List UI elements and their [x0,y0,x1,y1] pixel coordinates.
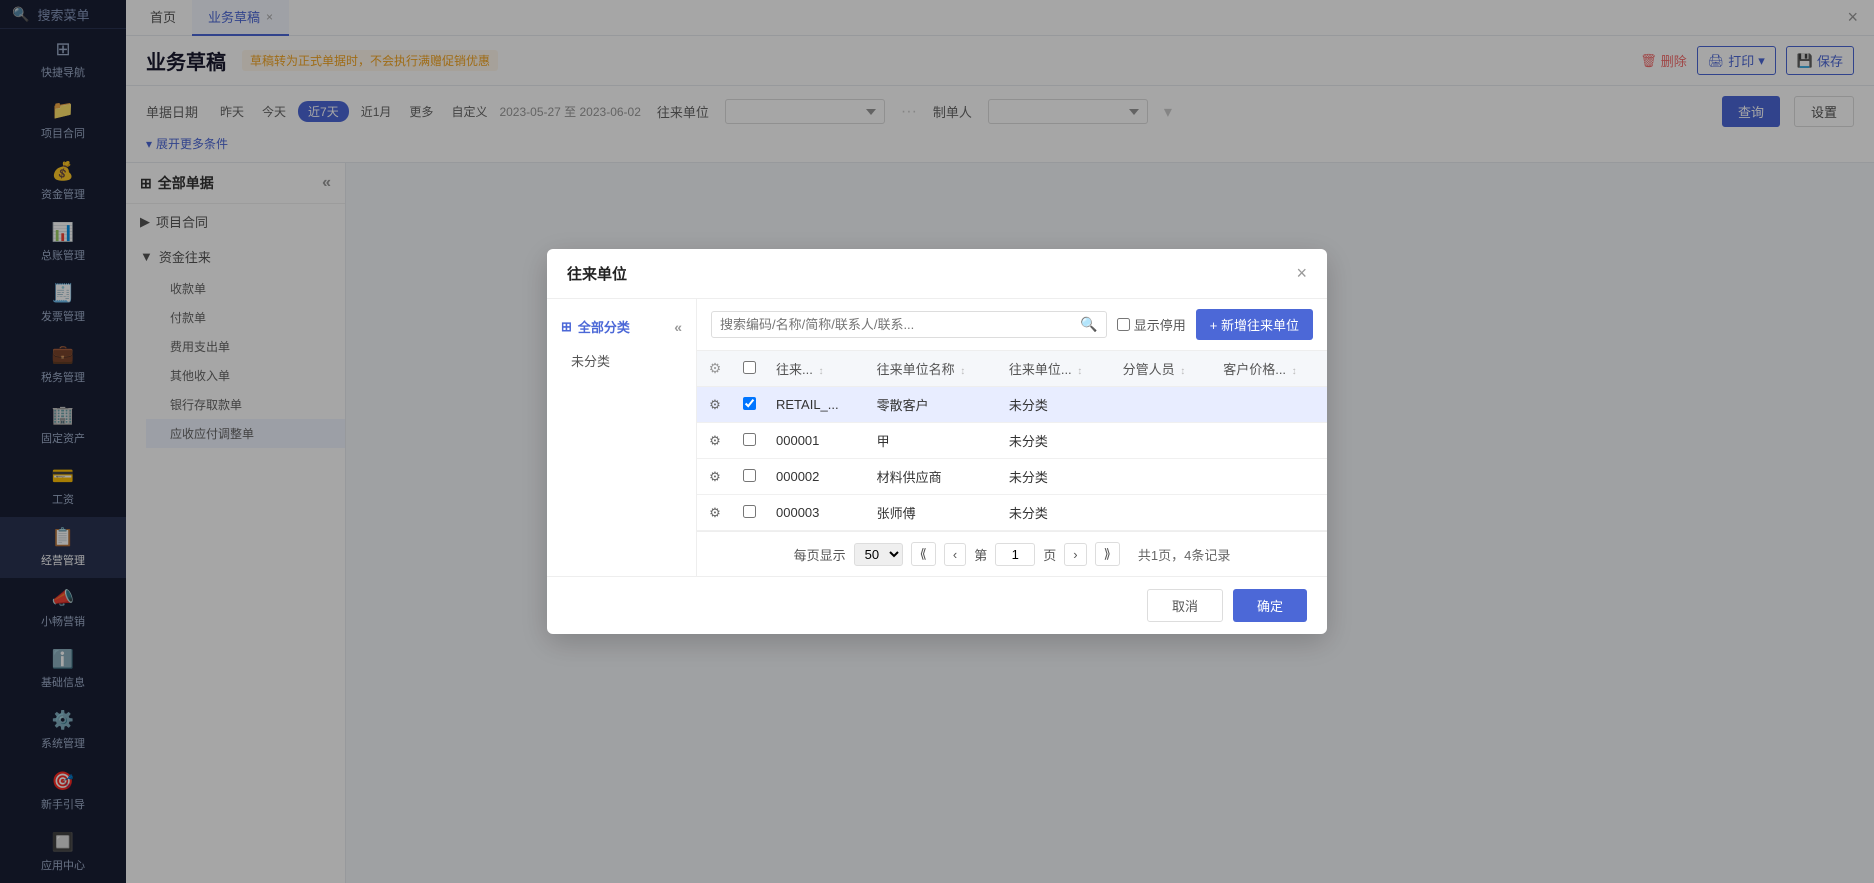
table-row[interactable]: ⚙ 000001 甲 未分类 [697,423,1327,459]
row-category: 未分类 [999,423,1113,459]
dialog-pagination: 每页显示 50 ⟪ ‹ 第 页 › ⟫ 共1页，4条记录 [697,531,1327,576]
total-info: 共1页，4条记录 [1138,545,1230,564]
dialog-right: 🔍 显示停用 + 新增往来单位 ⚙ [697,299,1327,576]
th-price[interactable]: 客户价格... ↕ [1213,351,1327,387]
row-settings-cell: ⚙ [697,459,733,495]
row-checkbox[interactable] [743,469,756,482]
last-page-btn[interactable]: ⟫ [1095,542,1120,566]
row-settings-cell: ⚙ [697,423,733,459]
all-categories-btn[interactable]: ⊞ 全部分类 « [547,309,696,344]
collapse-cat-btn[interactable]: « [674,319,682,335]
th-select-all[interactable] [733,351,766,387]
row-manager [1113,423,1214,459]
dialog-footer: 取消 确定 [547,576,1327,634]
dialog-title: 往来单位 [567,263,627,284]
show-disabled-checkbox[interactable]: 显示停用 [1117,315,1186,334]
row-code: RETAIL_... [766,387,867,423]
row-checkbox-cell[interactable] [733,495,766,531]
cancel-button[interactable]: 取消 [1147,589,1223,622]
dialog-body: ⊞ 全部分类 « 未分类 🔍 显示停用 [547,299,1327,576]
row-code: 000001 [766,423,867,459]
page-number-input[interactable] [995,543,1035,566]
row-manager [1113,495,1214,531]
row-category: 未分类 [999,387,1113,423]
row-code: 000003 [766,495,867,531]
next-page-btn[interactable]: › [1064,543,1086,566]
sort-icon-name: ↕ [960,366,965,377]
grid-cat-icon: ⊞ [561,319,572,335]
row-price [1213,495,1327,531]
unclassified-cat-item[interactable]: 未分类 [547,344,696,377]
th-manager[interactable]: 分管人员 ↕ [1113,351,1214,387]
dialog-table: ⚙ 往来... ↕ 往来单位名称 ↕ [697,351,1327,531]
row-name: 张师傅 [867,495,999,531]
prev-page-btn[interactable]: ‹ [944,543,966,566]
sort-icon: ↕ [818,366,823,377]
page-suffix-label: 页 [1043,545,1056,564]
row-manager [1113,387,1214,423]
table-row[interactable]: ⚙ RETAIL_... 零散客户 未分类 [697,387,1327,423]
row-checkbox[interactable] [743,433,756,446]
dialog-search-box[interactable]: 🔍 [711,311,1107,338]
sort-icon-price: ↕ [1292,366,1297,377]
row-checkbox-cell[interactable] [733,423,766,459]
dialog-close-btn[interactable]: × [1296,263,1307,284]
search-input[interactable] [720,317,1074,332]
add-partner-button[interactable]: + 新增往来单位 [1196,309,1313,340]
modal-overlay: 往来单位 × ⊞ 全部分类 « 未分类 [0,0,1874,883]
row-settings-cell: ⚙ [697,387,733,423]
row-name: 材料供应商 [867,459,999,495]
per-page-select[interactable]: 50 [854,543,903,566]
search-icon: 🔍 [1080,316,1097,333]
dialog-toolbar: 🔍 显示停用 + 新增往来单位 [697,299,1327,351]
page-prefix-label: 第 [974,545,987,564]
row-price [1213,387,1327,423]
select-all-checkbox[interactable] [743,361,756,374]
th-name[interactable]: 往来单位名称 ↕ [867,351,999,387]
row-checkbox[interactable] [743,505,756,518]
row-checkbox[interactable] [743,397,756,410]
row-category: 未分类 [999,459,1113,495]
row-price [1213,459,1327,495]
row-name: 零散客户 [867,387,999,423]
table-row[interactable]: ⚙ 000002 材料供应商 未分类 [697,459,1327,495]
row-manager [1113,459,1214,495]
partner-dialog: 往来单位 × ⊞ 全部分类 « 未分类 [547,249,1327,634]
th-code[interactable]: 往来... ↕ [766,351,867,387]
first-page-btn[interactable]: ⟪ [911,542,936,566]
th-settings[interactable]: ⚙ [697,351,733,387]
dialog-categories: ⊞ 全部分类 « 未分类 [547,299,697,576]
row-checkbox-cell[interactable] [733,387,766,423]
row-code: 000002 [766,459,867,495]
row-checkbox-cell[interactable] [733,459,766,495]
row-settings-cell: ⚙ [697,495,733,531]
sort-icon-mgr: ↕ [1180,366,1185,377]
dialog-header: 往来单位 × [547,249,1327,299]
table-row[interactable]: ⚙ 000003 张师傅 未分类 [697,495,1327,531]
per-page-label: 每页显示 [794,545,846,564]
row-price [1213,423,1327,459]
th-category[interactable]: 往来单位... ↕ [999,351,1113,387]
row-category: 未分类 [999,495,1113,531]
show-disabled-input[interactable] [1117,318,1130,331]
confirm-button[interactable]: 确定 [1233,589,1307,622]
row-name: 甲 [867,423,999,459]
sort-icon-cat: ↕ [1077,366,1082,377]
